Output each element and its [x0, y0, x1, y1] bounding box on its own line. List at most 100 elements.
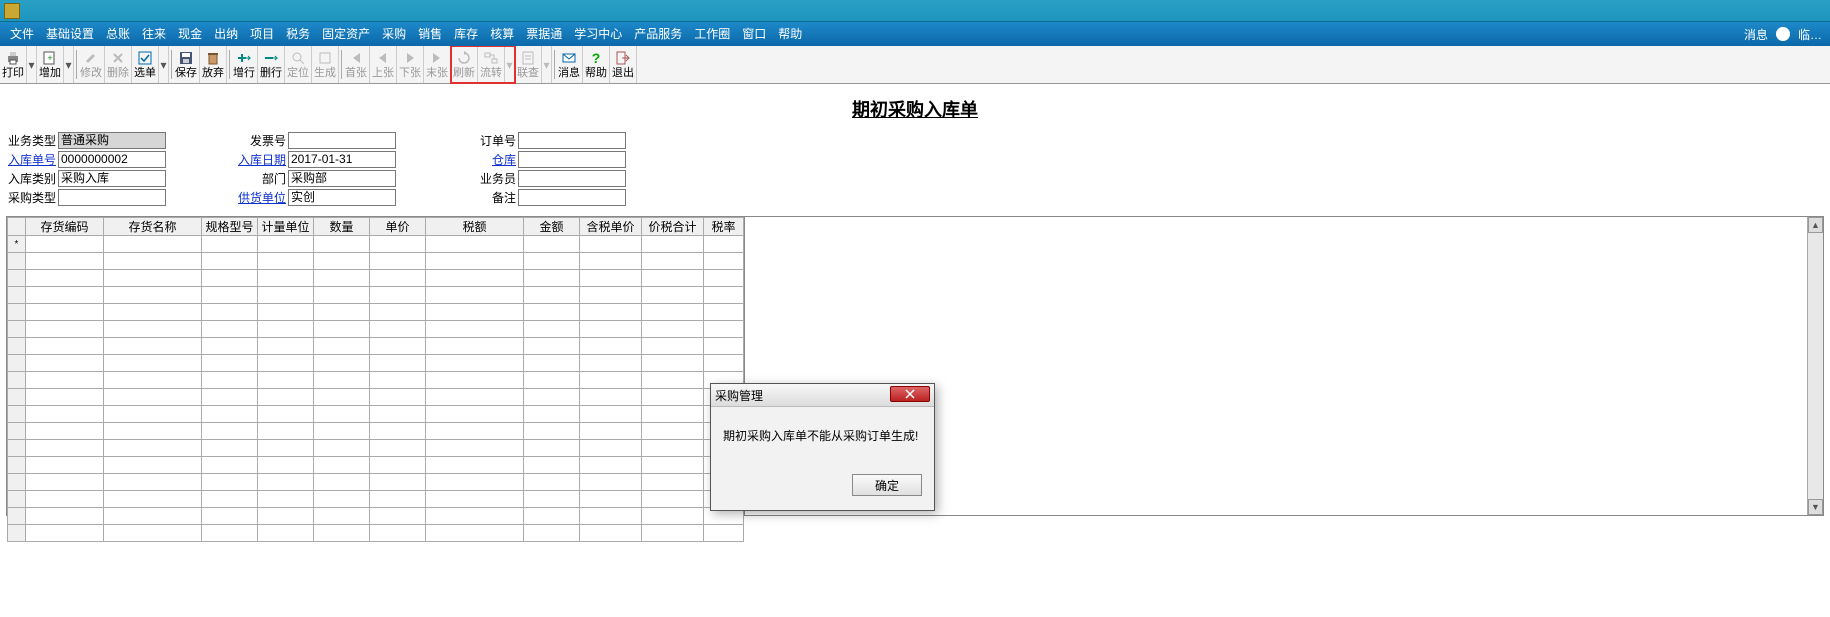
grid-cell[interactable] [370, 304, 426, 321]
grid-cell[interactable] [104, 321, 202, 338]
menu-5[interactable]: 出纳 [208, 22, 244, 46]
grid-cell[interactable] [642, 508, 704, 525]
grid-cell[interactable] [426, 287, 524, 304]
grid-cell[interactable] [104, 457, 202, 474]
print-dropdown[interactable]: ▾ [27, 46, 37, 83]
field-order-no[interactable] [518, 132, 626, 149]
grid-cell[interactable] [704, 355, 744, 372]
grid-cell[interactable] [26, 406, 104, 423]
grid-cell[interactable] [642, 338, 704, 355]
delete-button[interactable]: 删除 [105, 46, 132, 83]
grid-cell[interactable] [314, 338, 370, 355]
grid-cell[interactable] [370, 491, 426, 508]
grid-cell[interactable] [370, 355, 426, 372]
menu-6[interactable]: 项目 [244, 22, 280, 46]
grid-cell[interactable] [524, 372, 580, 389]
grid-cell[interactable] [314, 287, 370, 304]
grid-cell[interactable] [258, 270, 314, 287]
grid-cell[interactable] [642, 304, 704, 321]
grid-cell[interactable] [370, 423, 426, 440]
exit-button[interactable]: 退出 [610, 46, 637, 83]
grid-cell[interactable] [26, 440, 104, 457]
grid-cell[interactable] [642, 457, 704, 474]
grid-cell[interactable] [642, 389, 704, 406]
grid-cell[interactable] [202, 372, 258, 389]
menu-4[interactable]: 现金 [172, 22, 208, 46]
grid-cell[interactable] [202, 406, 258, 423]
grid-cell[interactable] [524, 406, 580, 423]
grid-cell[interactable] [580, 389, 642, 406]
grid-cell[interactable] [258, 355, 314, 372]
grid-cell[interactable] [258, 236, 314, 253]
menu-3[interactable]: 往来 [136, 22, 172, 46]
label-entry-date[interactable]: 入库日期 [236, 151, 288, 168]
grid-cell[interactable] [258, 253, 314, 270]
grid-cell[interactable] [314, 236, 370, 253]
grid-cell[interactable] [524, 389, 580, 406]
grid-cell[interactable] [524, 508, 580, 525]
grid-cell[interactable] [524, 321, 580, 338]
grid-cell[interactable] [104, 236, 202, 253]
field-entry-no[interactable]: 0000000002 [58, 151, 166, 168]
scroll-up-icon[interactable]: ▲ [1808, 217, 1823, 233]
grid-cell[interactable] [258, 525, 314, 542]
grid-cell[interactable] [314, 474, 370, 491]
grid-cell[interactable] [26, 270, 104, 287]
grid-cell[interactable] [258, 372, 314, 389]
field-warehouse[interactable] [518, 151, 626, 168]
grid-cell[interactable] [370, 338, 426, 355]
prev-button[interactable]: 上张 [370, 46, 397, 83]
grid-cell[interactable] [524, 474, 580, 491]
grid-cell[interactable] [104, 508, 202, 525]
menu-10[interactable]: 销售 [412, 22, 448, 46]
help-button[interactable]: ?帮助 [583, 46, 610, 83]
locate-button[interactable]: 定位 [285, 46, 312, 83]
grid-cell[interactable] [314, 389, 370, 406]
grid-cell[interactable] [26, 389, 104, 406]
save-button[interactable]: 保存 [173, 46, 200, 83]
grid-cell[interactable] [704, 304, 744, 321]
grid-cell[interactable] [104, 372, 202, 389]
grid-cell[interactable] [426, 474, 524, 491]
grid-cell[interactable] [26, 474, 104, 491]
grid-cell[interactable] [642, 355, 704, 372]
status-message[interactable]: 消息 [1740, 26, 1772, 43]
grid-cell[interactable] [258, 508, 314, 525]
dialog-ok-button[interactable]: 确定 [852, 474, 922, 496]
grid-cell[interactable] [26, 355, 104, 372]
add-button[interactable]: +增加 [37, 46, 64, 83]
grid-cell[interactable] [104, 355, 202, 372]
grid-cell[interactable] [524, 253, 580, 270]
menu-1[interactable]: 基础设置 [40, 22, 100, 46]
col-header[interactable]: 存货名称 [104, 218, 202, 236]
grid-cell[interactable] [426, 338, 524, 355]
select-button[interactable]: 选单 [132, 46, 159, 83]
flow-dropdown[interactable]: ▾ [505, 46, 515, 83]
field-purchase-type[interactable] [58, 189, 166, 206]
menu-14[interactable]: 学习中心 [568, 22, 628, 46]
grid-cell[interactable] [426, 491, 524, 508]
grid-cell[interactable] [580, 423, 642, 440]
grid-cell[interactable] [426, 270, 524, 287]
grid-cell[interactable] [258, 287, 314, 304]
menu-17[interactable]: 窗口 [736, 22, 772, 46]
grid-cell[interactable] [26, 457, 104, 474]
grid-cell[interactable] [580, 372, 642, 389]
grid-cell[interactable] [524, 440, 580, 457]
grid-cell[interactable] [524, 491, 580, 508]
discard-button[interactable]: 放弃 [200, 46, 227, 83]
grid-cell[interactable] [202, 508, 258, 525]
grid-cell[interactable] [580, 457, 642, 474]
col-header[interactable]: 金额 [524, 218, 580, 236]
menu-13[interactable]: 票据通 [520, 22, 568, 46]
grid-cell[interactable] [524, 355, 580, 372]
grid-cell[interactable] [704, 338, 744, 355]
grid-cell[interactable] [580, 491, 642, 508]
menu-15[interactable]: 产品服务 [628, 22, 688, 46]
grid-cell[interactable] [202, 253, 258, 270]
dialog-titlebar[interactable]: 采购管理 [711, 384, 934, 407]
grid-cell[interactable] [258, 406, 314, 423]
grid-cell[interactable] [314, 508, 370, 525]
bubble-icon[interactable] [1776, 27, 1790, 41]
grid-cell[interactable] [642, 406, 704, 423]
